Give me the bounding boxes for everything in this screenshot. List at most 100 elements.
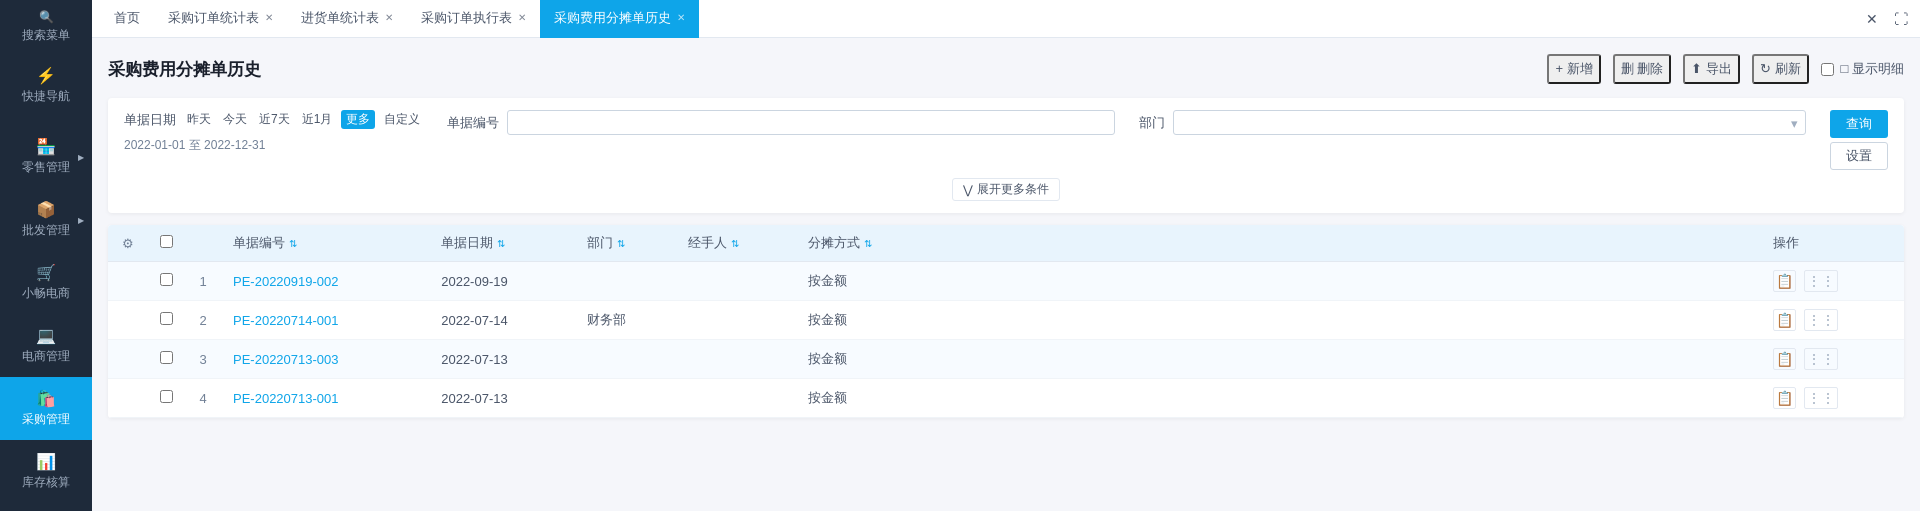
date-option-1month[interactable]: 近1月 bbox=[299, 110, 336, 129]
filter-dept-select[interactable]: 财务部 bbox=[1173, 110, 1806, 135]
sidebar-item-retail[interactable]: 🏪 零售管理 bbox=[0, 125, 92, 188]
table-row: 4 PE-20220713-001 2022-07-13 按金额 📋 ⋮⋮ bbox=[108, 379, 1904, 418]
row-dept-2 bbox=[575, 340, 676, 379]
tab-purchase-incoming-stats[interactable]: 进货单统计表 ✕ bbox=[287, 0, 407, 38]
col-gear[interactable]: ⚙ bbox=[108, 225, 148, 262]
expand-more-button[interactable]: ⋁ 展开更多条件 bbox=[952, 178, 1060, 201]
tab-home[interactable]: 首页 bbox=[100, 0, 154, 38]
row-edit-0[interactable]: 📋 bbox=[1773, 270, 1796, 292]
col-department[interactable]: 部门 ⇅ bbox=[575, 225, 676, 262]
query-button[interactable]: 查询 bbox=[1830, 110, 1888, 138]
expand-more-row: ⋁ 展开更多条件 bbox=[124, 178, 1888, 201]
date-option-more[interactable]: 更多 bbox=[341, 110, 375, 129]
delete-button[interactable]: 删 删除 bbox=[1613, 54, 1672, 84]
row-actions-3: 📋 ⋮⋮ bbox=[1761, 379, 1904, 418]
row-num-2: 3 bbox=[185, 340, 221, 379]
tab-close-purchase-order-stats[interactable]: ✕ bbox=[265, 12, 273, 23]
tab-close-all-button[interactable]: ✕ bbox=[1862, 9, 1882, 29]
row-docnum-link-1[interactable]: PE-20220714-001 bbox=[233, 313, 339, 328]
tab-close-purchase-order-exec[interactable]: ✕ bbox=[518, 12, 526, 23]
show-columns-checkbox[interactable] bbox=[1821, 63, 1834, 76]
tab-bar-actions: ✕ ⛶ bbox=[1862, 9, 1912, 29]
tab-close-purchase-cost-history[interactable]: ✕ bbox=[677, 12, 685, 23]
page-content: 采购费用分摊单历史 + 新增 删 删除 ⬆ 导出 ↻ 刷新 □ 显示明细 单据日… bbox=[92, 38, 1920, 511]
sidebar-item-shortcut[interactable]: ⚡ 快捷导航 bbox=[0, 54, 92, 117]
select-all-checkbox[interactable] bbox=[160, 235, 173, 248]
refresh-button[interactable]: ↻ 刷新 bbox=[1752, 54, 1809, 84]
table-row: 3 PE-20220713-003 2022-07-13 按金额 📋 ⋮⋮ bbox=[108, 340, 1904, 379]
row-more-2[interactable]: ⋮⋮ bbox=[1804, 348, 1838, 370]
row-select-1[interactable] bbox=[160, 312, 173, 325]
col-doc-date[interactable]: 单据日期 ⇅ bbox=[429, 225, 574, 262]
settings-button[interactable]: 设置 bbox=[1830, 142, 1888, 170]
filter-dept-item: 部门 财务部 bbox=[1139, 110, 1806, 135]
sidebar-item-inventory[interactable]: 📊 库存核算 bbox=[0, 440, 92, 503]
row-docnum-2: PE-20220713-003 bbox=[221, 340, 429, 379]
export-button[interactable]: ⬆ 导出 bbox=[1683, 54, 1740, 84]
tab-purchase-cost-history[interactable]: 采购费用分摊单历史 ✕ bbox=[540, 0, 699, 38]
sidebar-item-purchase[interactable]: 🛍️ 采购管理 bbox=[0, 377, 92, 440]
row-select-2[interactable] bbox=[160, 351, 173, 364]
row-select-3[interactable] bbox=[160, 390, 173, 403]
row-docnum-link-0[interactable]: PE-20220919-002 bbox=[233, 274, 339, 289]
add-button[interactable]: + 新增 bbox=[1547, 54, 1600, 84]
date-option-7days[interactable]: 近7天 bbox=[256, 110, 293, 129]
row-more-1[interactable]: ⋮⋮ bbox=[1804, 309, 1838, 331]
filter-docnum-input[interactable] bbox=[507, 110, 1114, 135]
filter-section: 单据日期 昨天 今天 近7天 近1月 更多 自定义 2022-01-01 至 2… bbox=[108, 98, 1904, 213]
col-handler[interactable]: 经手人 ⇅ bbox=[676, 225, 797, 262]
row-select-0[interactable] bbox=[160, 273, 173, 286]
col-num bbox=[185, 225, 221, 262]
row-split-1: 按金额 bbox=[796, 301, 1760, 340]
sidebar-item-ecom[interactable]: 💻 电商管理 bbox=[0, 314, 92, 377]
row-num-0: 1 bbox=[185, 262, 221, 301]
row-edit-1[interactable]: 📋 bbox=[1773, 309, 1796, 331]
row-docnum-link-3[interactable]: PE-20220713-001 bbox=[233, 391, 339, 406]
col-doc-number[interactable]: 单据编号 ⇅ bbox=[221, 225, 429, 262]
tab-maximize-button[interactable]: ⛶ bbox=[1890, 9, 1912, 29]
col-doc-date-sort[interactable]: 单据日期 ⇅ bbox=[441, 234, 505, 252]
data-table: ⚙ 单据编号 ⇅ 单据日期 bbox=[108, 225, 1904, 418]
col-dept-sort[interactable]: 部门 ⇅ bbox=[587, 234, 625, 252]
table-body: 1 PE-20220919-002 2022-09-19 按金额 📋 ⋮⋮ 2 … bbox=[108, 262, 1904, 418]
sidebar-item-wholesale[interactable]: 📦 批发管理 bbox=[0, 188, 92, 251]
col-doc-number-sort[interactable]: 单据编号 ⇅ bbox=[233, 234, 297, 252]
date-option-yesterday[interactable]: 昨天 bbox=[184, 110, 214, 129]
col-handler-sort[interactable]: 经手人 ⇅ bbox=[688, 234, 739, 252]
row-num-1: 2 bbox=[185, 301, 221, 340]
col-split-method[interactable]: 分摊方式 ⇅ bbox=[796, 225, 1760, 262]
sidebar-item-ecom-small[interactable]: 🛒 小畅电商 bbox=[0, 251, 92, 314]
row-more-3[interactable]: ⋮⋮ bbox=[1804, 387, 1838, 409]
date-option-custom[interactable]: 自定义 bbox=[381, 110, 423, 129]
purchase-icon: 🛍️ bbox=[36, 389, 56, 408]
row-edit-3[interactable]: 📋 bbox=[1773, 387, 1796, 409]
row-num-3: 4 bbox=[185, 379, 221, 418]
row-checkbox-1 bbox=[148, 301, 185, 340]
row-actions-1: 📋 ⋮⋮ bbox=[1761, 301, 1904, 340]
row-docdate-1: 2022-07-14 bbox=[429, 301, 574, 340]
col-split-sort[interactable]: 分摊方式 ⇅ bbox=[808, 234, 872, 252]
inventory-icon: 📊 bbox=[36, 452, 56, 471]
sidebar-item-finance[interactable]: 💰 资金管理 bbox=[0, 503, 92, 511]
tab-bar: 首页 采购订单统计表 ✕ 进货单统计表 ✕ 采购订单执行表 ✕ 采购费用分摊单历… bbox=[92, 0, 1920, 38]
row-edit-2[interactable]: 📋 bbox=[1773, 348, 1796, 370]
show-columns-button[interactable]: □ 显示明细 bbox=[1821, 60, 1904, 78]
tab-purchase-order-exec[interactable]: 采购订单执行表 ✕ bbox=[407, 0, 540, 38]
filter-date-range: 2022-01-01 至 2022-12-31 bbox=[124, 137, 265, 154]
row-handler-3 bbox=[676, 379, 797, 418]
row-actions-2: 📋 ⋮⋮ bbox=[1761, 340, 1904, 379]
tab-close-purchase-incoming-stats[interactable]: ✕ bbox=[385, 12, 393, 23]
filter-date-item: 单据日期 昨天 今天 近7天 近1月 更多 自定义 2022-01-01 至 2… bbox=[124, 110, 423, 154]
row-more-0[interactable]: ⋮⋮ bbox=[1804, 270, 1838, 292]
sidebar-item-search[interactable]: 🔍 搜索菜单 bbox=[0, 0, 92, 54]
row-docnum-link-2[interactable]: PE-20220713-003 bbox=[233, 352, 339, 367]
row-dept-3 bbox=[575, 379, 676, 418]
filter-docnum-label: 单据编号 bbox=[447, 114, 499, 132]
tab-purchase-order-stats[interactable]: 采购订单统计表 ✕ bbox=[154, 0, 287, 38]
row-gear-1 bbox=[108, 301, 148, 340]
date-option-today[interactable]: 今天 bbox=[220, 110, 250, 129]
sidebar: 🔍 搜索菜单 ⚡ 快捷导航 🏪 零售管理 📦 批发管理 🛒 小畅电商 💻 电商管… bbox=[0, 0, 92, 511]
retail-icon: 🏪 bbox=[36, 137, 56, 156]
main-content: 首页 采购订单统计表 ✕ 进货单统计表 ✕ 采购订单执行表 ✕ 采购费用分摊单历… bbox=[92, 0, 1920, 511]
filter-date-options: 昨天 今天 近7天 近1月 更多 自定义 bbox=[184, 110, 423, 129]
